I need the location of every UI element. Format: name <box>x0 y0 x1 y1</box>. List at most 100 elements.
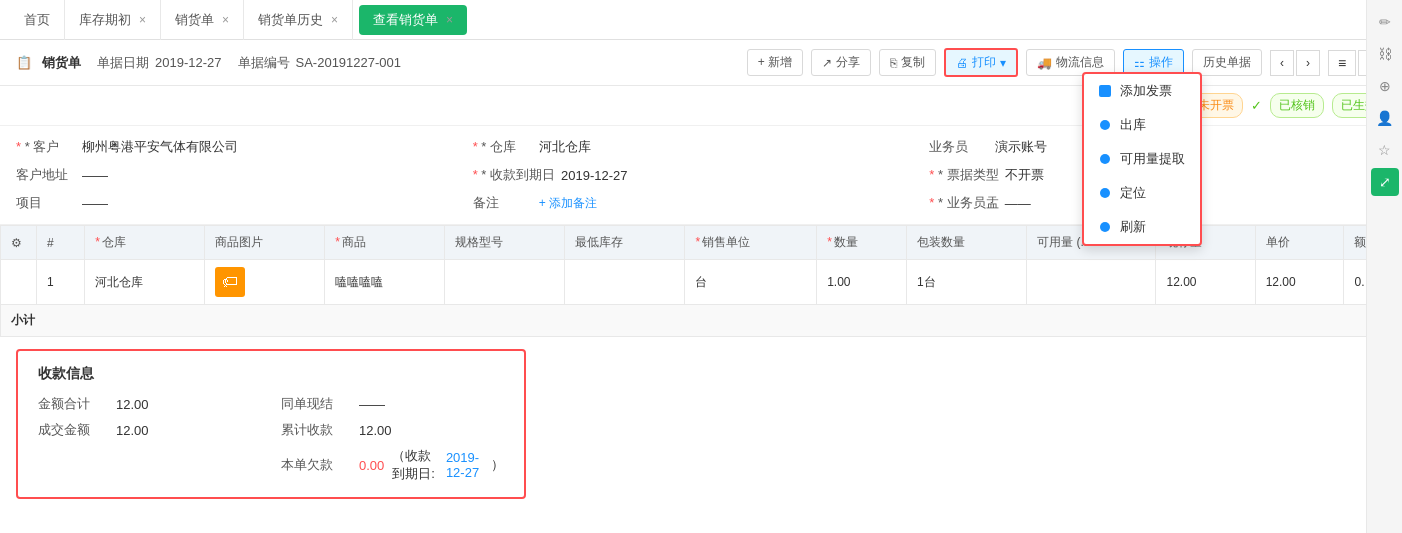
salesperson-value: —— <box>1005 196 1031 211</box>
col-no: # <box>37 226 85 260</box>
qty-pickup-label: 可用量提取 <box>1120 150 1185 168</box>
clock-sidebar-icon[interactable]: ⊕ <box>1371 72 1399 100</box>
prev-button[interactable]: ‹ <box>1270 50 1294 76</box>
customer-label: * 客户 <box>16 138 76 156</box>
checked-badge: 已核销 <box>1270 93 1324 118</box>
qty-pickup-item[interactable]: 可用量提取 <box>1084 142 1200 176</box>
tab-view-sales-label: 查看销货单 <box>373 11 438 29</box>
col-unit-price: 单价 <box>1255 226 1344 260</box>
total-value: 12.00 <box>116 397 149 412</box>
col-gear[interactable]: ⚙ <box>1 226 37 260</box>
expand-sidebar-icon[interactable]: ⤢ <box>1371 168 1399 196</box>
copy-button[interactable]: ⎘ 复制 <box>879 49 936 76</box>
doc-no-label: 单据编号 <box>238 54 290 72</box>
deal-amount-label: 成交金额 <box>38 421 108 439</box>
note-label: 备注 <box>473 194 533 212</box>
operations-dropdown: 添加发票 出库 可用量提取 定位 刷新 <box>1082 72 1202 246</box>
nav-arrows: ‹ › <box>1270 50 1320 76</box>
ticket-type-value: 不开票 <box>1005 166 1044 184</box>
warehouse-row: * 仓库 河北仓库 <box>473 138 930 156</box>
salesperson-label: * 业务员盂 <box>929 194 998 212</box>
next-button[interactable]: › <box>1296 50 1320 76</box>
same-order-row: 同单现结 —— <box>281 395 504 413</box>
copy-icon: ⎘ <box>890 56 897 70</box>
warehouse-value: 河北仓库 <box>539 138 591 156</box>
outbound-item[interactable]: 出库 <box>1084 108 1200 142</box>
print-label: 打印 <box>972 54 996 71</box>
address-row: 客户地址 —— <box>16 166 473 184</box>
cumulative-label: 累计收款 <box>281 421 351 439</box>
add-invoice-label: 添加发票 <box>1120 82 1172 100</box>
row-unit: 台 <box>685 260 817 305</box>
link-sidebar-icon[interactable]: ⛓ <box>1371 40 1399 68</box>
doc-date-field: 单据日期 2019-12-27 <box>97 54 222 72</box>
staff-label: 业务员 <box>929 138 989 156</box>
address-value: —— <box>82 168 108 183</box>
same-order-value: —— <box>359 397 385 412</box>
doc-date-value: 2019-12-27 <box>155 55 222 70</box>
warehouse-label: * 仓库 <box>473 138 533 156</box>
due-label: 本单欠款 <box>281 456 351 474</box>
tab-sales-history[interactable]: 销货单历史 × <box>244 0 353 40</box>
location-item[interactable]: 定位 <box>1084 176 1200 210</box>
share-button[interactable]: ↗ 分享 <box>811 49 871 76</box>
deal-amount-value: 12.00 <box>116 423 149 438</box>
share-icon: ↗ <box>822 56 832 70</box>
tab-inventory-close[interactable]: × <box>139 13 146 27</box>
share-label: 分享 <box>836 54 860 71</box>
outbound-icon <box>1098 118 1112 132</box>
col-unit: *销售单位 <box>685 226 817 260</box>
due-date-row: * 收款到期日 2019-12-27 <box>473 166 930 184</box>
location-icon <box>1098 186 1112 200</box>
due-date-value: 2019-12-27 <box>561 168 628 183</box>
add-invoice-icon <box>1098 84 1112 98</box>
due-hint-close: ） <box>491 456 504 474</box>
tab-view-sales-close[interactable]: × <box>446 13 453 27</box>
add-invoice-item[interactable]: 添加发票 <box>1084 74 1200 108</box>
tab-inventory-init[interactable]: 库存期初 × <box>65 0 161 40</box>
col-product: *商品 <box>325 226 445 260</box>
copy-label: 复制 <box>901 54 925 71</box>
add-note-button[interactable]: 添加备注 <box>539 195 597 212</box>
customer-value: 柳州粤港平安气体有限公司 <box>82 138 238 156</box>
col-img: 商品图片 <box>205 226 325 260</box>
project-value: —— <box>82 196 108 211</box>
row-qty: 1.00 <box>817 260 907 305</box>
qty-pickup-icon <box>1098 152 1112 166</box>
history-button[interactable]: 历史单据 <box>1192 49 1262 76</box>
list-view-button[interactable]: ≡ <box>1328 50 1356 76</box>
doc-no-value: SA-20191227-001 <box>296 55 402 70</box>
row-img: 🏷 <box>205 260 325 305</box>
doc-icon: 📋 <box>16 55 32 70</box>
row-unit-price: 12.00 <box>1255 260 1344 305</box>
project-row: 项目 —— <box>16 194 473 212</box>
edit-sidebar-icon[interactable]: ✏ <box>1371 8 1399 36</box>
user-sidebar-icon[interactable]: 👤 <box>1371 104 1399 132</box>
tab-history-close[interactable]: × <box>331 13 338 27</box>
tab-history-label: 销货单历史 <box>258 11 323 29</box>
tab-sales-order[interactable]: 销货单 × <box>161 0 244 40</box>
row-pack-qty: 1台 <box>907 260 1027 305</box>
col-spec: 规格型号 <box>445 226 565 260</box>
tab-sales-close[interactable]: × <box>222 13 229 27</box>
same-order-label: 同单现结 <box>281 395 351 413</box>
subtotal-label: 小计 <box>1 305 1402 337</box>
col-warehouse: *仓库 <box>85 226 205 260</box>
right-sidebar: ✏ ⛓ ⊕ 👤 ☆ ⤢ <box>1366 0 1402 533</box>
refresh-item[interactable]: 刷新 <box>1084 210 1200 244</box>
col-min-stock: 最低库存 <box>565 226 685 260</box>
row-spec <box>445 260 565 305</box>
due-date-label: * 收款到期日 <box>473 166 555 184</box>
star-sidebar-icon[interactable]: ☆ <box>1371 136 1399 164</box>
tab-home-label: 首页 <box>24 11 50 29</box>
print-dropdown-arrow: ▾ <box>1000 56 1006 70</box>
print-button[interactable]: 🖨 打印 ▾ <box>944 48 1018 77</box>
tab-home[interactable]: 首页 <box>10 0 65 40</box>
ticket-type-label: * 票据类型 <box>929 166 998 184</box>
new-button[interactable]: + 新增 <box>747 49 803 76</box>
due-row: 本单欠款 0.00 （收款到期日: 2019-12-27 ） <box>281 447 504 483</box>
operations-icon: ⚏ <box>1134 56 1145 70</box>
due-date: 2019-12-27 <box>446 450 483 480</box>
tab-view-sales[interactable]: 查看销货单 × <box>359 5 467 35</box>
refresh-icon <box>1098 220 1112 234</box>
